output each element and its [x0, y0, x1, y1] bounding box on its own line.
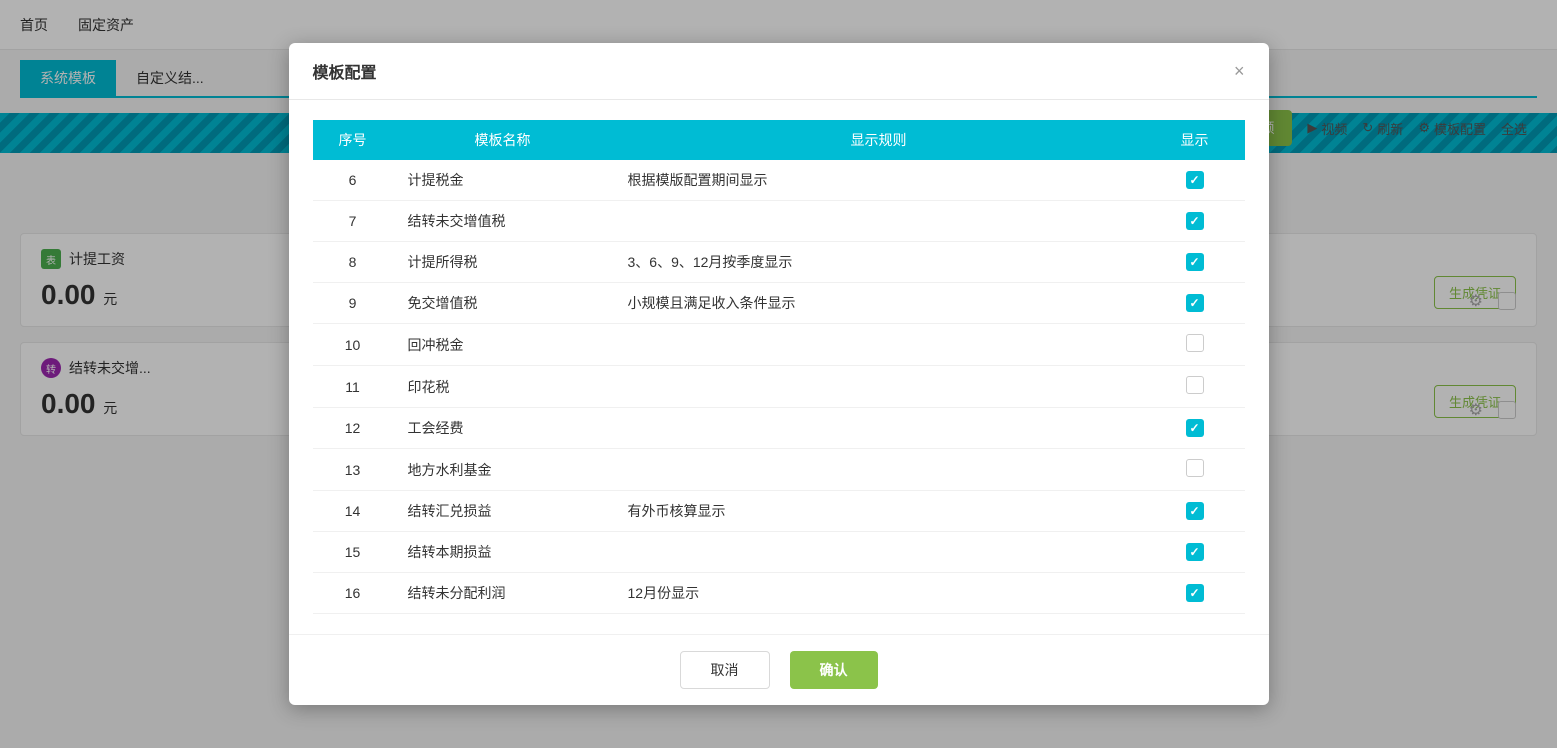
cell-seq: 11	[313, 366, 393, 408]
table-row: 13地方水利基金	[313, 449, 1245, 491]
table-row: 11印花税	[313, 366, 1245, 408]
checkbox-checked[interactable]	[1186, 502, 1204, 520]
cell-rule	[613, 366, 1145, 408]
modal-close-button[interactable]: ×	[1234, 62, 1245, 80]
confirm-button[interactable]: 确认	[790, 651, 878, 689]
cell-seq: 16	[313, 573, 393, 614]
table-row: 9免交增值税小规模且满足收入条件显示	[313, 283, 1245, 324]
modal-dialog: 模板配置 × 序号 模板名称 显示规则 显示 6计提税金根据模版配置期间显示7结…	[289, 43, 1269, 705]
cell-checkbox[interactable]	[1145, 532, 1245, 573]
checkbox-checked[interactable]	[1186, 253, 1204, 271]
cell-name: 计提税金	[393, 160, 613, 201]
checkbox-unchecked[interactable]	[1186, 459, 1204, 477]
cell-name: 结转未交增值税	[393, 201, 613, 242]
cell-name: 结转汇兑损益	[393, 491, 613, 532]
cell-rule: 3、6、9、12月按季度显示	[613, 242, 1145, 283]
cell-seq: 9	[313, 283, 393, 324]
modal-body: 序号 模板名称 显示规则 显示 6计提税金根据模版配置期间显示7结转未交增值税8…	[289, 100, 1269, 634]
modal-footer: 取消 确认	[289, 634, 1269, 705]
cell-checkbox[interactable]	[1145, 366, 1245, 408]
checkbox-checked[interactable]	[1186, 584, 1204, 602]
cell-name: 回冲税金	[393, 324, 613, 366]
checkbox-checked[interactable]	[1186, 294, 1204, 312]
modal-title: 模板配置	[313, 59, 377, 83]
col-header-display: 显示	[1145, 120, 1245, 160]
cell-rule	[613, 532, 1145, 573]
cell-seq: 14	[313, 491, 393, 532]
cell-name: 印花税	[393, 366, 613, 408]
table-row: 8计提所得税3、6、9、12月按季度显示	[313, 242, 1245, 283]
col-header-name: 模板名称	[393, 120, 613, 160]
table-row: 16结转未分配利润12月份显示	[313, 573, 1245, 614]
cell-rule	[613, 408, 1145, 449]
cell-rule: 小规模且满足收入条件显示	[613, 283, 1145, 324]
table-row: 14结转汇兑损益有外币核算显示	[313, 491, 1245, 532]
modal-overlay: 模板配置 × 序号 模板名称 显示规则 显示 6计提税金根据模版配置期间显示7结…	[0, 0, 1557, 748]
table-body: 6计提税金根据模版配置期间显示7结转未交增值税8计提所得税3、6、9、12月按季…	[313, 160, 1245, 614]
cell-checkbox[interactable]	[1145, 408, 1245, 449]
cell-name: 计提所得税	[393, 242, 613, 283]
cell-seq: 13	[313, 449, 393, 491]
table-row: 6计提税金根据模版配置期间显示	[313, 160, 1245, 201]
cell-rule	[613, 449, 1145, 491]
config-table: 序号 模板名称 显示规则 显示 6计提税金根据模版配置期间显示7结转未交增值税8…	[313, 120, 1245, 614]
col-header-rule: 显示规则	[613, 120, 1145, 160]
cell-checkbox[interactable]	[1145, 201, 1245, 242]
table-header: 序号 模板名称 显示规则 显示	[313, 120, 1245, 160]
cell-name: 地方水利基金	[393, 449, 613, 491]
cell-checkbox[interactable]	[1145, 160, 1245, 201]
cancel-button[interactable]: 取消	[680, 651, 770, 689]
cell-rule: 根据模版配置期间显示	[613, 160, 1145, 201]
cell-seq: 7	[313, 201, 393, 242]
checkbox-checked[interactable]	[1186, 543, 1204, 561]
table-row: 12工会经费	[313, 408, 1245, 449]
cell-checkbox[interactable]	[1145, 324, 1245, 366]
checkbox-checked[interactable]	[1186, 212, 1204, 230]
checkbox-unchecked[interactable]	[1186, 334, 1204, 352]
checkbox-checked[interactable]	[1186, 171, 1204, 189]
modal-header: 模板配置 ×	[289, 43, 1269, 100]
table-row: 10回冲税金	[313, 324, 1245, 366]
checkbox-checked[interactable]	[1186, 419, 1204, 437]
cell-seq: 12	[313, 408, 393, 449]
cell-rule	[613, 201, 1145, 242]
cell-name: 结转本期损益	[393, 532, 613, 573]
cell-seq: 10	[313, 324, 393, 366]
cell-seq: 15	[313, 532, 393, 573]
cell-seq: 8	[313, 242, 393, 283]
cell-checkbox[interactable]	[1145, 283, 1245, 324]
cell-rule: 12月份显示	[613, 573, 1145, 614]
col-header-seq: 序号	[313, 120, 393, 160]
cell-checkbox[interactable]	[1145, 242, 1245, 283]
cell-checkbox[interactable]	[1145, 491, 1245, 532]
cell-name: 工会经费	[393, 408, 613, 449]
cell-checkbox[interactable]	[1145, 449, 1245, 491]
cell-rule: 有外币核算显示	[613, 491, 1145, 532]
table-scroll-container[interactable]: 序号 模板名称 显示规则 显示 6计提税金根据模版配置期间显示7结转未交增值税8…	[313, 100, 1245, 614]
cell-rule	[613, 324, 1145, 366]
cell-name: 免交增值税	[393, 283, 613, 324]
table-row: 15结转本期损益	[313, 532, 1245, 573]
cell-seq: 6	[313, 160, 393, 201]
cell-name: 结转未分配利润	[393, 573, 613, 614]
cell-checkbox[interactable]	[1145, 573, 1245, 614]
table-row: 7结转未交增值税	[313, 201, 1245, 242]
checkbox-unchecked[interactable]	[1186, 376, 1204, 394]
